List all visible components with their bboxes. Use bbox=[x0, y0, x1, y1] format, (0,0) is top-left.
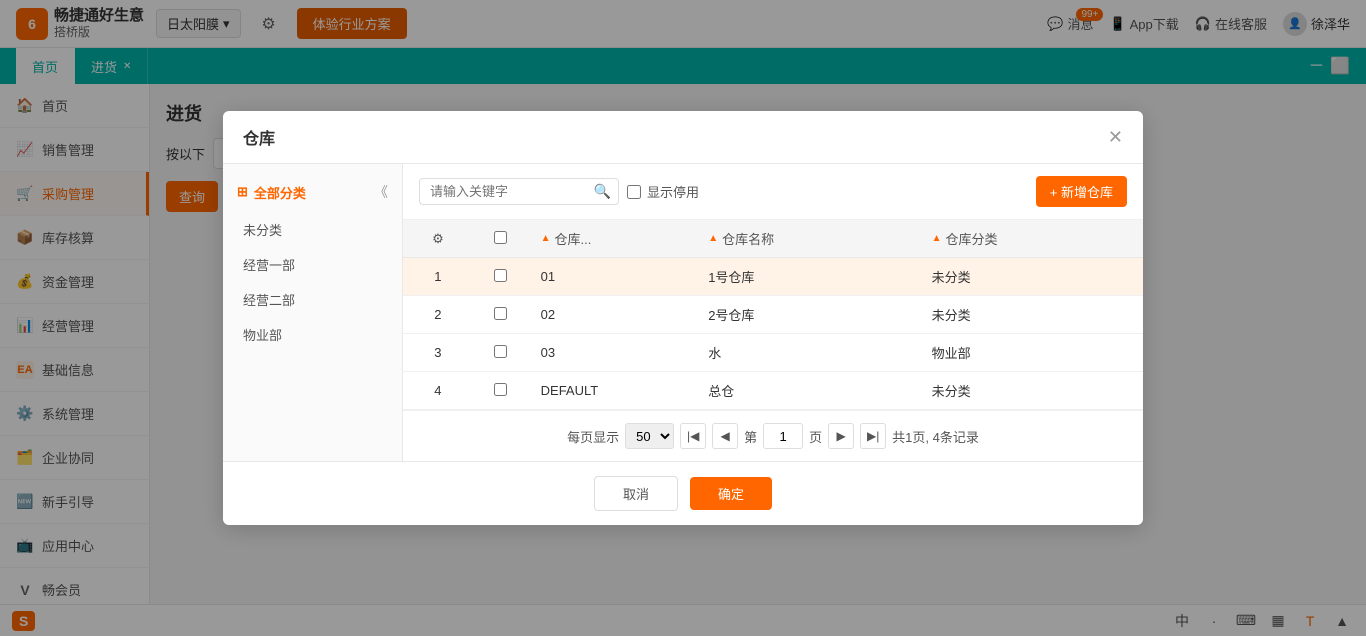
page-unit: 页 bbox=[809, 427, 822, 446]
per-page-label: 每页显示 bbox=[567, 427, 619, 446]
row-category: 未分类 bbox=[920, 372, 1143, 410]
total-info: 共1页, 4条记录 bbox=[892, 427, 979, 446]
warehouse-table: ⚙ ▲ 仓库... bbox=[403, 220, 1143, 410]
warehouse-modal: 仓库 ✕ ⊞ 全部分类 《 未分类 经营一部 bbox=[223, 111, 1143, 525]
row-code: 01 bbox=[529, 258, 697, 296]
modal-title: 仓库 bbox=[243, 125, 275, 149]
show-disabled-label[interactable]: 显示停用 bbox=[627, 182, 699, 201]
show-disabled-checkbox[interactable] bbox=[627, 185, 641, 199]
modal-sidebar-title: ⊞ 全部分类 bbox=[237, 183, 306, 202]
prev-page-button[interactable]: ◀ bbox=[712, 423, 738, 449]
table-row[interactable]: 3 03 水 物业部 bbox=[403, 334, 1143, 372]
row-checkbox[interactable] bbox=[494, 345, 507, 358]
modal-sidebar: ⊞ 全部分类 《 未分类 经营一部 经营二部 物业部 bbox=[223, 164, 403, 461]
row-gear: 1 bbox=[403, 258, 473, 296]
modal-sidebar-item-uncategorized[interactable]: 未分类 bbox=[223, 212, 402, 247]
page-label: 第 bbox=[744, 427, 757, 446]
row-check bbox=[473, 334, 529, 372]
row-checkbox[interactable] bbox=[494, 269, 507, 282]
grid-icon: ⊞ bbox=[237, 184, 248, 200]
sidebar-collapse-icon[interactable]: 《 bbox=[374, 182, 388, 202]
col-header-category: ▲ 仓库分类 bbox=[920, 220, 1143, 258]
row-check bbox=[473, 296, 529, 334]
row-name: 总仓 bbox=[696, 372, 919, 410]
row-check bbox=[473, 258, 529, 296]
modal-sidebar-item-dept1[interactable]: 经营一部 bbox=[223, 247, 402, 282]
search-input-wrap: 🔍 bbox=[419, 178, 619, 205]
modal-pagination: 每页显示 50 |◀ ◀ 第 页 ▶ ▶| 共1页, 4条记录 bbox=[403, 410, 1143, 461]
row-gear: 3 bbox=[403, 334, 473, 372]
row-category: 未分类 bbox=[920, 258, 1143, 296]
row-gear: 2 bbox=[403, 296, 473, 334]
col-header-check bbox=[473, 220, 529, 258]
col-header-gear: ⚙ bbox=[403, 220, 473, 258]
table-row[interactable]: 1 01 1号仓库 未分类 bbox=[403, 258, 1143, 296]
per-page-select[interactable]: 50 bbox=[625, 423, 674, 449]
cancel-button[interactable]: 取消 bbox=[594, 476, 678, 511]
row-gear: 4 bbox=[403, 372, 473, 410]
modal-sidebar-header: ⊞ 全部分类 《 bbox=[223, 176, 402, 212]
modal-toolbar: 🔍 显示停用 + 新增仓库 bbox=[403, 164, 1143, 220]
modal-table-wrap: ⚙ ▲ 仓库... bbox=[403, 220, 1143, 410]
gear-icon: ⚙ bbox=[432, 231, 444, 246]
sort-icon-cat: ▲ bbox=[932, 233, 942, 244]
modal-sidebar-item-dept2[interactable]: 经营二部 bbox=[223, 282, 402, 317]
next-page-button[interactable]: ▶ bbox=[828, 423, 854, 449]
modal-search-area: 🔍 显示停用 bbox=[419, 178, 699, 205]
row-category: 未分类 bbox=[920, 296, 1143, 334]
row-name: 水 bbox=[696, 334, 919, 372]
row-name: 1号仓库 bbox=[696, 258, 919, 296]
sort-icon: ▲ bbox=[541, 233, 551, 244]
sort-icon-name: ▲ bbox=[708, 233, 718, 244]
modal-main-content: 🔍 显示停用 + 新增仓库 bbox=[403, 164, 1143, 461]
row-check bbox=[473, 372, 529, 410]
confirm-button[interactable]: 确定 bbox=[690, 477, 772, 510]
modal-footer: 取消 确定 bbox=[223, 461, 1143, 525]
row-name: 2号仓库 bbox=[696, 296, 919, 334]
select-all-checkbox[interactable] bbox=[494, 231, 507, 244]
row-code: 03 bbox=[529, 334, 697, 372]
search-input[interactable] bbox=[419, 178, 619, 205]
table-row[interactable]: 4 DEFAULT 总仓 未分类 bbox=[403, 372, 1143, 410]
last-page-button[interactable]: ▶| bbox=[860, 423, 886, 449]
modal-body: ⊞ 全部分类 《 未分类 经营一部 经营二部 物业部 bbox=[223, 164, 1143, 461]
modal-close-button[interactable]: ✕ bbox=[1108, 127, 1123, 148]
table-row[interactable]: 2 02 2号仓库 未分类 bbox=[403, 296, 1143, 334]
modal-sidebar-item-property[interactable]: 物业部 bbox=[223, 317, 402, 352]
page-input[interactable] bbox=[763, 423, 803, 449]
add-warehouse-button[interactable]: + 新增仓库 bbox=[1036, 176, 1127, 207]
row-code: 02 bbox=[529, 296, 697, 334]
search-icon: 🔍 bbox=[594, 183, 611, 200]
row-code: DEFAULT bbox=[529, 372, 697, 410]
modal-overlay: 仓库 ✕ ⊞ 全部分类 《 未分类 经营一部 bbox=[0, 0, 1366, 636]
row-category: 物业部 bbox=[920, 334, 1143, 372]
col-header-code: ▲ 仓库... bbox=[529, 220, 697, 258]
modal-header: 仓库 ✕ bbox=[223, 111, 1143, 164]
col-header-name: ▲ 仓库名称 bbox=[696, 220, 919, 258]
first-page-button[interactable]: |◀ bbox=[680, 423, 706, 449]
row-checkbox[interactable] bbox=[494, 383, 507, 396]
row-checkbox[interactable] bbox=[494, 307, 507, 320]
